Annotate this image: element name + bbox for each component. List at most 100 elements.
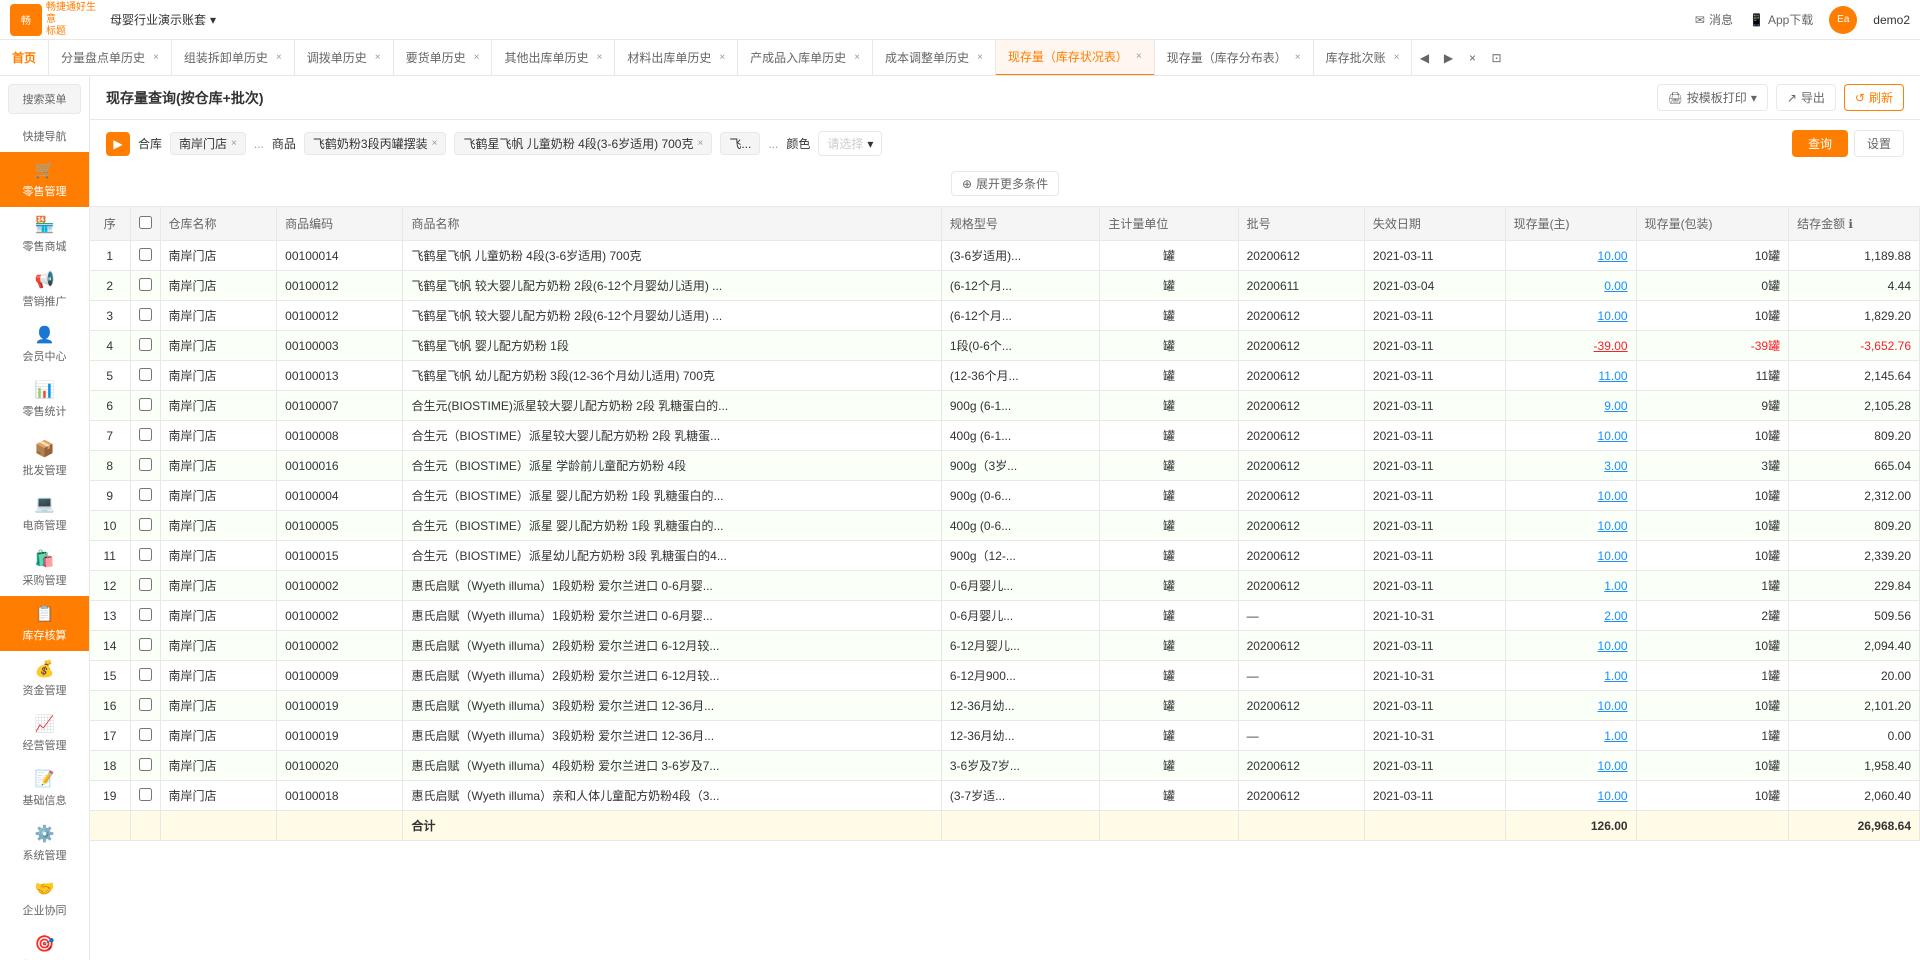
col-header-check[interactable] — [130, 207, 160, 241]
sidebar-item-member-center[interactable]: 👤 会员中心 — [0, 317, 89, 372]
cell-check[interactable] — [130, 511, 160, 541]
sidebar-item-marketing[interactable]: 📢 营销推广 — [0, 262, 89, 317]
sidebar-item-retail-stats[interactable]: 📊 零售统计 — [0, 372, 89, 427]
tab-inventory-status[interactable]: 现存量（库存状况表） × — [996, 40, 1155, 76]
sidebar-item-retail-mgmt[interactable]: 🛒 零售管理 — [0, 152, 89, 207]
cell-stock-main[interactable]: 1.00 — [1505, 721, 1636, 751]
message-button[interactable]: ✉ 消息 — [1695, 11, 1733, 28]
sidebar-item-basic-info[interactable]: 📝 基础信息 — [0, 761, 89, 816]
cell-stock-main[interactable]: 10.00 — [1505, 301, 1636, 331]
cell-stock-main[interactable]: 10.00 — [1505, 511, 1636, 541]
product-filter-more[interactable]: ... — [768, 137, 778, 151]
cell-check[interactable] — [130, 631, 160, 661]
cell-check[interactable] — [130, 541, 160, 571]
cell-stock-main[interactable]: 10.00 — [1505, 781, 1636, 811]
cell-check[interactable] — [130, 661, 160, 691]
cell-stock-main[interactable]: 11.00 — [1505, 361, 1636, 391]
sidebar-item-enterprise-collab[interactable]: 🤝 企业协同 — [0, 871, 89, 926]
settings-button[interactable]: 设置 — [1854, 130, 1904, 157]
sidebar-item-system[interactable]: ⚙️ 系统管理 — [0, 816, 89, 871]
tab-batch-ledger[interactable]: 库存批次账 × — [1314, 40, 1413, 76]
cell-stock-main[interactable]: 10.00 — [1505, 481, 1636, 511]
export-button[interactable]: ↗ 导出 — [1776, 84, 1836, 111]
tab-close-icon[interactable]: × — [276, 52, 282, 63]
tab-next-button[interactable]: ▶ — [1436, 40, 1460, 76]
product-tag1-close-icon[interactable]: × — [432, 138, 438, 149]
print-template-button[interactable]: 🖨 按模板打印 ▾ — [1657, 84, 1768, 111]
cell-stock-main[interactable]: 1.00 — [1505, 571, 1636, 601]
cell-check[interactable] — [130, 691, 160, 721]
sidebar-item-finance[interactable]: 💰 资金管理 — [0, 651, 89, 706]
tab-close-icon[interactable]: × — [719, 52, 725, 63]
cell-stock-main[interactable]: 10.00 — [1505, 691, 1636, 721]
tab-mix[interactable]: 调拨单历史 × — [295, 40, 394, 76]
cell-check[interactable] — [130, 331, 160, 361]
tab-close-icon[interactable]: × — [1136, 51, 1142, 62]
cell-check[interactable] — [130, 601, 160, 631]
tab-menu-button[interactable]: ⊡ — [1484, 40, 1508, 76]
sidebar-item-inventory-check[interactable]: 📋 库存核算 — [0, 596, 89, 651]
cell-check[interactable] — [130, 721, 160, 751]
cell-stock-main[interactable]: 3.00 — [1505, 451, 1636, 481]
tab-split-inventory[interactable]: 分量盘点单历史 × — [49, 40, 172, 76]
filter-expand-arrow[interactable]: ▶ — [106, 132, 130, 156]
warehouse-filter-tag[interactable]: 南岸门店 × — [170, 132, 246, 155]
expand-more-conditions-button[interactable]: ⊕ 展开更多条件 — [951, 171, 1059, 196]
tab-close-icon[interactable]: × — [596, 52, 602, 63]
warehouse-tag-close-icon[interactable]: × — [231, 138, 237, 149]
tab-close-icon[interactable]: × — [375, 52, 381, 63]
cell-stock-main[interactable]: 2.00 — [1505, 601, 1636, 631]
select-all-checkbox[interactable] — [139, 216, 152, 229]
cell-stock-main[interactable]: 10.00 — [1505, 421, 1636, 451]
tab-close-icon[interactable]: × — [854, 52, 860, 63]
tab-home[interactable]: 首页 — [0, 40, 49, 76]
product-filter-tag-1[interactable]: 飞鹤奶粉3段丙罐摆装 × — [304, 132, 447, 155]
cell-stock-main[interactable]: 0.00 — [1505, 271, 1636, 301]
cell-check[interactable] — [130, 241, 160, 271]
cell-stock-main[interactable]: 10.00 — [1505, 751, 1636, 781]
cell-stock-main[interactable]: 10.00 — [1505, 241, 1636, 271]
cell-stock-main[interactable]: 10.00 — [1505, 631, 1636, 661]
avatar[interactable]: Ea — [1829, 6, 1857, 34]
color-filter-dropdown[interactable]: 请选择 ▾ — [818, 131, 882, 156]
tab-close-icon[interactable]: × — [1295, 52, 1301, 63]
cell-check[interactable] — [130, 451, 160, 481]
tab-close-icon[interactable]: × — [1394, 52, 1400, 63]
tab-close-all-button[interactable]: × — [1460, 40, 1484, 76]
search-menu-button[interactable]: 搜索菜单 — [8, 84, 81, 114]
sidebar-item-new-guide[interactable]: 🎯 新手引导 — [0, 926, 89, 960]
cell-stock-main[interactable]: 10.00 — [1505, 541, 1636, 571]
sidebar-item-retail-shop[interactable]: 🏪 零售商城 — [0, 207, 89, 262]
cell-stock-main[interactable]: 1.00 — [1505, 661, 1636, 691]
refresh-button[interactable]: ↺ 刷新 — [1844, 84, 1904, 111]
query-button[interactable]: 查询 — [1792, 130, 1848, 157]
tab-other-out[interactable]: 其他出库单历史 × — [492, 40, 615, 76]
warehouse-filter-more[interactable]: ... — [254, 137, 264, 151]
cell-check[interactable] — [130, 571, 160, 601]
cell-check[interactable] — [130, 301, 160, 331]
cell-check[interactable] — [130, 751, 160, 781]
cell-stock-main[interactable]: -39.00 — [1505, 331, 1636, 361]
sidebar-item-wholesale[interactable]: 📦 批发管理 — [0, 431, 89, 486]
tab-inventory-dist[interactable]: 现存量（库存分布表） × — [1155, 40, 1314, 76]
cell-check[interactable] — [130, 781, 160, 811]
tab-cost-adjust[interactable]: 成本调整单历史 × — [873, 40, 996, 76]
product-tag2-close-icon[interactable]: × — [697, 138, 703, 149]
sidebar-item-ecommerce[interactable]: 💻 电商管理 — [0, 486, 89, 541]
sidebar-item-operations[interactable]: 📈 经营管理 — [0, 706, 89, 761]
cell-check[interactable] — [130, 391, 160, 421]
tab-close-icon[interactable]: × — [977, 52, 983, 63]
tab-product-in[interactable]: 产成品入库单历史 × — [738, 40, 873, 76]
cell-check[interactable] — [130, 421, 160, 451]
tab-close-icon[interactable]: × — [153, 52, 159, 63]
tab-material-out[interactable]: 材料出库单历史 × — [615, 40, 738, 76]
tab-unpack[interactable]: 组装拆卸单历史 × — [172, 40, 295, 76]
cell-stock-main[interactable]: 9.00 — [1505, 391, 1636, 421]
tab-request[interactable]: 要货单历史 × — [394, 40, 493, 76]
tab-prev-button[interactable]: ◀ — [1412, 40, 1436, 76]
cell-check[interactable] — [130, 271, 160, 301]
tab-close-icon[interactable]: × — [474, 52, 480, 63]
product-filter-tag-3[interactable]: 飞... — [720, 132, 760, 155]
cell-check[interactable] — [130, 361, 160, 391]
app-download-button[interactable]: 📱 App下载 — [1749, 11, 1813, 28]
